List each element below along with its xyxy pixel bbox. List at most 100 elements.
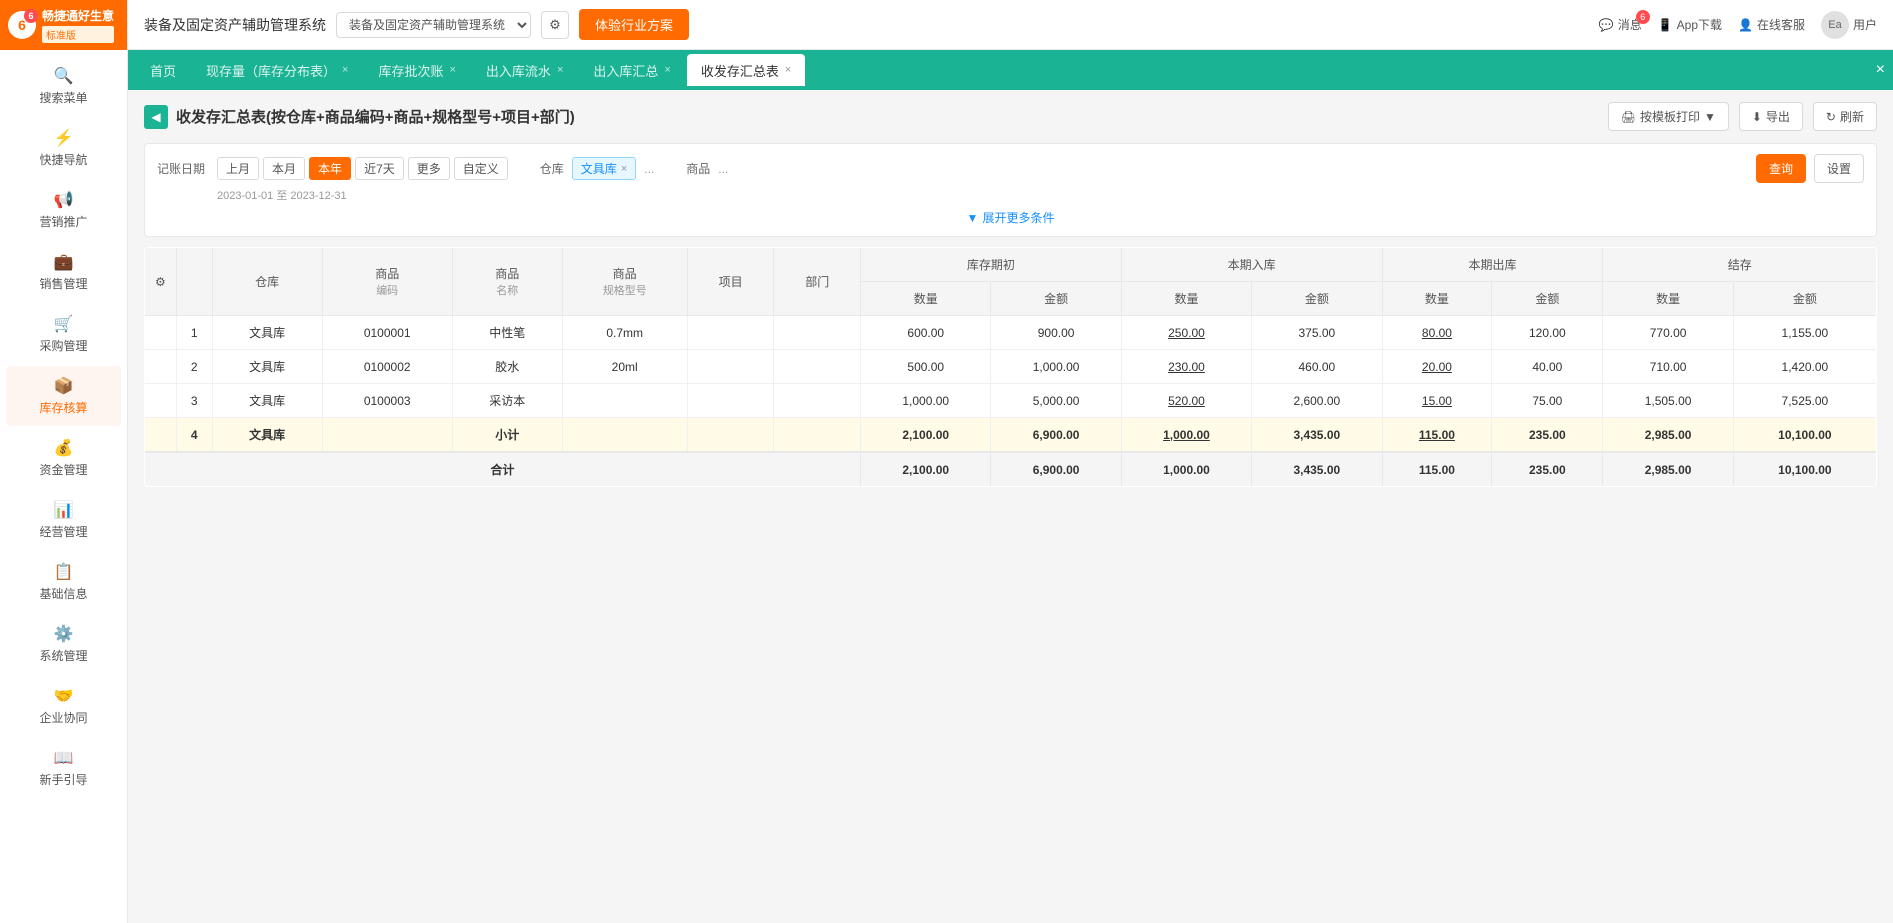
warehouse-filter-more[interactable]: ... xyxy=(644,162,654,176)
expand-filter-button[interactable]: ▼ 展开更多条件 xyxy=(157,203,1864,226)
row-goods-name: 胶水 xyxy=(452,350,562,384)
row-num: 4 xyxy=(176,418,212,453)
date-btn-more[interactable]: 更多 xyxy=(408,157,450,180)
th-balance-qty: 数量 xyxy=(1603,282,1733,316)
row-opening-amt: 5,000.00 xyxy=(991,384,1121,418)
th-in: 本期入库 xyxy=(1121,248,1382,282)
nav-icon: 📋 xyxy=(54,562,74,582)
table-row: 4 文具库 小计 2,100.00 6,900.00 1,000.00 3,43… xyxy=(145,418,1877,453)
sidebar-item-经营管理[interactable]: 📊经营管理 xyxy=(6,490,121,550)
table-row: 3 文具库 0100003 采访本 1,000.00 5,000.00 520.… xyxy=(145,384,1877,418)
tab-close-inventory-distribution[interactable]: × xyxy=(342,64,348,76)
out-qty-link[interactable]: 20.00 xyxy=(1422,360,1452,374)
tab-close-inout-summary[interactable]: × xyxy=(664,64,670,76)
try-industry-button[interactable]: 体验行业方案 xyxy=(579,9,689,40)
message-action[interactable]: 💬 消息 6 xyxy=(1599,16,1642,33)
row-goods-name: 小计 xyxy=(452,418,562,453)
row-goods-code: 0100003 xyxy=(322,384,452,418)
row-out-qty[interactable]: 15.00 xyxy=(1382,384,1492,418)
sidebar-item-资金管理[interactable]: 💰资金管理 xyxy=(6,428,121,488)
row-in-qty[interactable]: 250.00 xyxy=(1121,316,1251,350)
footer-opening-amt: 6,900.00 xyxy=(991,452,1121,487)
tab-inout-summary[interactable]: 出入库汇总 × xyxy=(579,54,684,86)
sidebar-item-销售管理[interactable]: 💼销售管理 xyxy=(6,242,121,302)
date-btn-last-month[interactable]: 上月 xyxy=(217,157,259,180)
in-qty-link[interactable]: 520.00 xyxy=(1168,394,1205,408)
tab-close-receipt-summary[interactable]: × xyxy=(785,64,791,76)
footer-opening-qty: 2,100.00 xyxy=(861,452,991,487)
row-in-qty[interactable]: 520.00 xyxy=(1121,384,1251,418)
app-download-action[interactable]: 📱 App下载 xyxy=(1658,16,1722,33)
sidebar-item-企业协同[interactable]: 🤝企业协同 xyxy=(6,676,121,736)
th-opening-amt: 金额 xyxy=(991,282,1121,316)
footer-out-qty: 115.00 xyxy=(1382,452,1492,487)
collapse-button[interactable]: ◀ xyxy=(144,105,168,129)
footer-in-qty: 1,000.00 xyxy=(1121,452,1251,487)
print-button[interactable]: 🖨 按模板打印 ▼ xyxy=(1608,102,1729,131)
tab-batch-account[interactable]: 库存批次账 × xyxy=(364,54,469,86)
user-action[interactable]: Ea 用户 xyxy=(1821,11,1877,39)
export-button[interactable]: ⬇ 导出 xyxy=(1739,102,1803,131)
goods-filter-more[interactable]: ... xyxy=(718,162,728,176)
tab-home[interactable]: 首页 xyxy=(136,54,190,86)
date-btn-this-year[interactable]: 本年 xyxy=(309,157,351,180)
date-btn-this-month[interactable]: 本月 xyxy=(263,157,305,180)
th-in-amt: 金额 xyxy=(1252,282,1382,316)
row-project xyxy=(687,316,774,350)
tab-close-batch-account[interactable]: × xyxy=(449,64,455,76)
data-table: ⚙ 仓库 商品编码 商品名称 商品规格型号 项目 部门 库存期初 本期入库 本期… xyxy=(144,247,1877,487)
warehouse-tag-remove[interactable]: × xyxy=(621,163,627,175)
sidebar-item-系统管理[interactable]: ⚙️系统管理 xyxy=(6,614,121,674)
nav-icon: 🛒 xyxy=(54,314,74,334)
system-select[interactable]: 装备及固定资产辅助管理系统 xyxy=(336,12,531,38)
tab-receipt-summary[interactable]: 收发存汇总表 × xyxy=(687,54,805,86)
table-row: 2 文具库 0100002 胶水 20ml 500.00 1,000.00 23… xyxy=(145,350,1877,384)
row-out-qty[interactable]: 80.00 xyxy=(1382,316,1492,350)
th-settings[interactable]: ⚙ xyxy=(145,248,177,316)
sidebar-item-营销推广[interactable]: 📢营销推广 xyxy=(6,180,121,240)
sidebar-item-库存核算[interactable]: 📦库存核算 xyxy=(6,366,121,426)
filter-settings-button[interactable]: 设置 xyxy=(1814,154,1864,183)
date-filter-buttons: 上月 本月 本年 近7天 更多 自定义 xyxy=(217,157,508,180)
date-btn-custom[interactable]: 自定义 xyxy=(454,157,508,180)
row-in-qty[interactable]: 230.00 xyxy=(1121,350,1251,384)
tab-inventory-distribution[interactable]: 现存量（库存分布表） × xyxy=(192,54,362,86)
page-title: 收发存汇总表(按仓库+商品编码+商品+规格型号+项目+部门) xyxy=(176,106,575,127)
refresh-icon: ↻ xyxy=(1826,110,1836,124)
row-in-qty[interactable]: 1,000.00 xyxy=(1121,418,1251,453)
sidebar-item-新手引导[interactable]: 📖新手引导 xyxy=(6,738,121,798)
sidebar-item-快捷导航[interactable]: ⚡快捷导航 xyxy=(6,118,121,178)
sidebar-item-搜索菜单[interactable]: 🔍搜索菜单 xyxy=(6,56,121,116)
online-service-action[interactable]: 👤 在线客服 xyxy=(1738,16,1805,33)
in-qty-link[interactable]: 250.00 xyxy=(1168,326,1205,340)
out-qty-link[interactable]: 80.00 xyxy=(1422,326,1452,340)
print-dropdown-icon: ▼ xyxy=(1704,110,1716,124)
th-balance: 结存 xyxy=(1603,248,1877,282)
out-qty-link[interactable]: 115.00 xyxy=(1419,428,1455,442)
sidebar-item-基础信息[interactable]: 📋基础信息 xyxy=(6,552,121,612)
refresh-button[interactable]: ↻ 刷新 xyxy=(1813,102,1877,131)
out-qty-link[interactable]: 15.00 xyxy=(1422,394,1452,408)
nav-icon: ⚙️ xyxy=(54,624,74,644)
sidebar-item-采购管理[interactable]: 🛒采购管理 xyxy=(6,304,121,364)
footer-in-amt: 3,435.00 xyxy=(1252,452,1382,487)
close-window-button[interactable]: × xyxy=(1876,61,1885,79)
row-opening-amt: 1,000.00 xyxy=(991,350,1121,384)
row-in-amt: 3,435.00 xyxy=(1252,418,1382,453)
filter-action-buttons: 查询 设置 xyxy=(1756,154,1864,183)
in-qty-link[interactable]: 1,000.00 xyxy=(1163,428,1210,442)
query-button[interactable]: 查询 xyxy=(1756,154,1806,183)
filter-bar: 记账日期 上月 本月 本年 近7天 更多 自定义 仓库 文具库 × ... xyxy=(144,143,1877,237)
date-range-display: 2023-01-01 至 2023-12-31 xyxy=(157,187,1864,203)
tab-inout-flow[interactable]: 出入库流水 × xyxy=(472,54,577,86)
in-qty-link[interactable]: 230.00 xyxy=(1168,360,1205,374)
row-out-qty[interactable]: 20.00 xyxy=(1382,350,1492,384)
tab-close-inout-flow[interactable]: × xyxy=(557,64,563,76)
row-settings xyxy=(145,418,177,453)
th-num xyxy=(176,248,212,316)
message-icon: 💬 xyxy=(1599,18,1614,32)
settings-button[interactable]: ⚙ xyxy=(541,11,569,39)
nav-icon: 📦 xyxy=(54,376,74,396)
row-out-qty[interactable]: 115.00 xyxy=(1382,418,1492,453)
date-btn-7days[interactable]: 近7天 xyxy=(355,157,404,180)
